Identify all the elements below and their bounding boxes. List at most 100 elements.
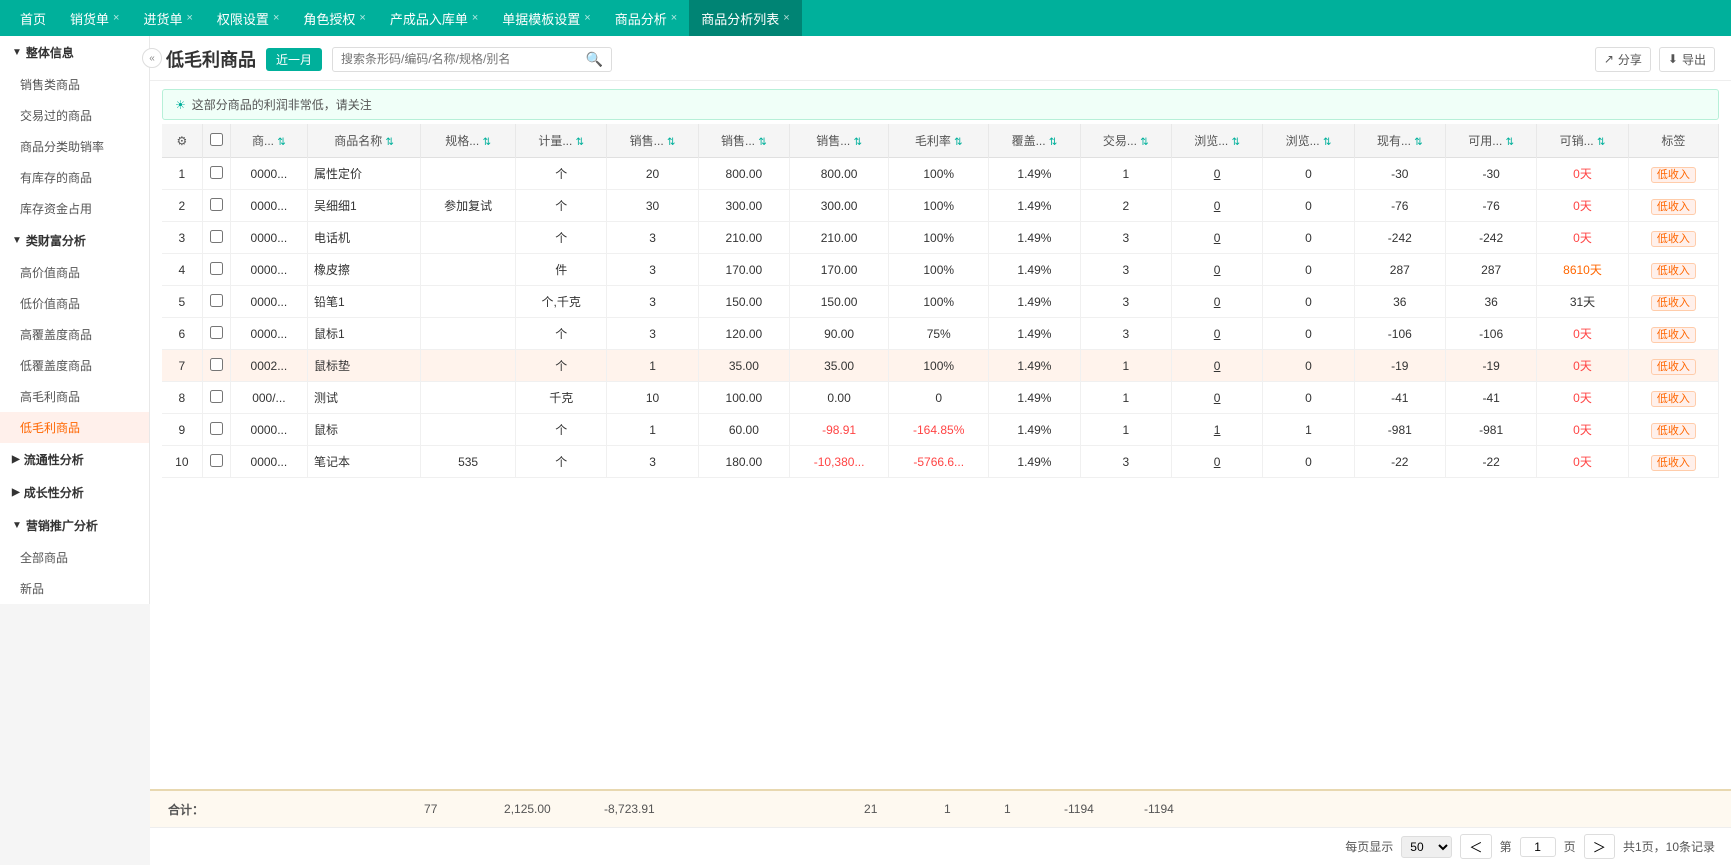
browse1-link[interactable]: 1	[1214, 423, 1221, 437]
row-name[interactable]: 鼠标1	[308, 318, 421, 350]
row-check[interactable]	[202, 286, 230, 318]
row-browse1[interactable]: 0	[1171, 222, 1262, 254]
nav-sales-close[interactable]: ×	[113, 12, 119, 24]
check-all-checkbox[interactable]	[210, 133, 223, 146]
nav-permission[interactable]: 权限设置 ×	[205, 0, 291, 36]
nav-template[interactable]: 单据模板设置 ×	[490, 0, 602, 36]
col-current-stock[interactable]: 现有... ⇅	[1354, 124, 1445, 158]
col-name[interactable]: 商品名称 ⇅	[308, 124, 421, 158]
col-gross-margin[interactable]: 毛利率 ⇅	[889, 124, 989, 158]
nav-home[interactable]: 首页	[8, 0, 58, 36]
page-number-input[interactable]	[1520, 837, 1556, 857]
row-browse1[interactable]: 0	[1171, 446, 1262, 478]
nav-goods-list-close[interactable]: ×	[783, 12, 789, 24]
nav-product-in-close[interactable]: ×	[472, 12, 478, 24]
nav-product-in[interactable]: 产成品入库单 ×	[378, 0, 490, 36]
col-code[interactable]: 商... ⇅	[230, 124, 307, 158]
search-input[interactable]	[341, 52, 586, 66]
row-browse1[interactable]: 0	[1171, 382, 1262, 414]
row-check[interactable]	[202, 382, 230, 414]
col-tag[interactable]: 标签	[1628, 124, 1718, 158]
sidebar-item-traded-goods[interactable]: 交易过的商品	[0, 100, 149, 131]
prev-page-btn[interactable]: ＜	[1460, 834, 1491, 859]
sidebar-group-overall[interactable]: ▼ 整体信息	[0, 36, 149, 69]
col-browse2[interactable]: 浏览... ⇅	[1263, 124, 1354, 158]
sidebar-item-new-goods[interactable]: 新品	[0, 573, 149, 604]
row-check[interactable]	[202, 254, 230, 286]
row-check[interactable]	[202, 158, 230, 190]
browse1-link[interactable]: 0	[1214, 231, 1221, 245]
col-saleable-days[interactable]: 可销... ⇅	[1537, 124, 1628, 158]
sidebar-group-marketing[interactable]: ▼ 营销推广分析	[0, 509, 149, 542]
row-name[interactable]: 属性定价	[308, 158, 421, 190]
nav-purchase[interactable]: 进货单 ×	[131, 0, 204, 36]
col-sale-price[interactable]: 销售... ⇅	[698, 124, 789, 158]
row-browse1[interactable]: 0	[1171, 350, 1262, 382]
col-trade[interactable]: 交易... ⇅	[1080, 124, 1171, 158]
nav-goods-list[interactable]: 商品分析列表 ×	[689, 0, 801, 36]
col-sale-qty[interactable]: 销售... ⇅	[607, 124, 698, 158]
sidebar-item-sales-goods[interactable]: 销售类商品	[0, 69, 149, 100]
row-browse1[interactable]: 1	[1171, 414, 1262, 446]
row-browse1[interactable]: 0	[1171, 254, 1262, 286]
row-name[interactable]: 鼠标垫	[308, 350, 421, 382]
sidebar-item-high-margin[interactable]: 高毛利商品	[0, 381, 149, 412]
row-browse1[interactable]: 0	[1171, 190, 1262, 222]
browse1-link[interactable]: 0	[1214, 391, 1221, 405]
sidebar-item-high-value[interactable]: 高价值商品	[0, 257, 149, 288]
row-check[interactable]	[202, 318, 230, 350]
nav-goods-analysis-close[interactable]: ×	[671, 12, 677, 24]
sidebar-group-wealth[interactable]: ▼ 类财富分析	[0, 224, 149, 257]
col-available[interactable]: 可用... ⇅	[1445, 124, 1536, 158]
nav-template-close[interactable]: ×	[584, 12, 590, 24]
col-coverage[interactable]: 覆盖... ⇅	[989, 124, 1080, 158]
row-name[interactable]: 电话机	[308, 222, 421, 254]
sidebar-item-in-stock[interactable]: 有库存的商品	[0, 162, 149, 193]
row-name[interactable]: 铅笔1	[308, 286, 421, 318]
sidebar-item-stock-capital[interactable]: 库存资金占用	[0, 193, 149, 224]
sidebar-item-category-rate[interactable]: 商品分类助销率	[0, 131, 149, 162]
browse1-link[interactable]: 0	[1214, 359, 1221, 373]
filter-recent-month-btn[interactable]: 近一月	[266, 48, 322, 71]
col-spec[interactable]: 规格... ⇅	[421, 124, 516, 158]
row-browse1[interactable]: 0	[1171, 158, 1262, 190]
row-name[interactable]: 吴细细1	[308, 190, 421, 222]
row-check[interactable]	[202, 446, 230, 478]
row-browse1[interactable]: 0	[1171, 286, 1262, 318]
per-page-select[interactable]: 50 100 200	[1401, 836, 1452, 858]
browse1-link[interactable]: 0	[1214, 167, 1221, 181]
col-check-all[interactable]	[202, 124, 230, 158]
nav-role[interactable]: 角色授权 ×	[291, 0, 377, 36]
row-name[interactable]: 橡皮擦	[308, 254, 421, 286]
next-page-btn[interactable]: ＞	[1584, 834, 1615, 859]
nav-purchase-close[interactable]: ×	[186, 12, 192, 24]
col-browse1[interactable]: 浏览... ⇅	[1171, 124, 1262, 158]
nav-goods-analysis[interactable]: 商品分析 ×	[603, 0, 689, 36]
row-check[interactable]	[202, 414, 230, 446]
browse1-link[interactable]: 0	[1214, 455, 1221, 469]
browse1-link[interactable]: 0	[1214, 263, 1221, 277]
row-name[interactable]: 笔记本	[308, 446, 421, 478]
sidebar-item-high-coverage[interactable]: 高覆盖度商品	[0, 319, 149, 350]
row-browse1[interactable]: 0	[1171, 318, 1262, 350]
sidebar-group-growth[interactable]: ▶ 成长性分析	[0, 476, 149, 509]
sidebar-collapse-btn[interactable]: «	[142, 48, 162, 68]
sidebar-item-all-goods[interactable]: 全部商品	[0, 542, 149, 573]
sidebar-group-circulation[interactable]: ▶ 流通性分析	[0, 443, 149, 476]
col-unit[interactable]: 计量... ⇅	[516, 124, 607, 158]
row-check[interactable]	[202, 190, 230, 222]
nav-sales[interactable]: 销货单 ×	[58, 0, 131, 36]
sidebar-item-low-coverage[interactable]: 低覆盖度商品	[0, 350, 149, 381]
row-check[interactable]	[202, 350, 230, 382]
row-name[interactable]: 测试	[308, 382, 421, 414]
share-btn[interactable]: ↗ 分享	[1595, 47, 1651, 72]
col-settings[interactable]: ⚙	[162, 124, 202, 158]
sidebar-item-low-margin[interactable]: 低毛利商品	[0, 412, 149, 443]
col-sale-profit[interactable]: 销售... ⇅	[790, 124, 889, 158]
browse1-link[interactable]: 0	[1214, 295, 1221, 309]
nav-role-close[interactable]: ×	[359, 12, 365, 24]
browse1-link[interactable]: 0	[1214, 327, 1221, 341]
row-name[interactable]: 鼠标	[308, 414, 421, 446]
row-check[interactable]	[202, 222, 230, 254]
nav-permission-close[interactable]: ×	[273, 12, 279, 24]
